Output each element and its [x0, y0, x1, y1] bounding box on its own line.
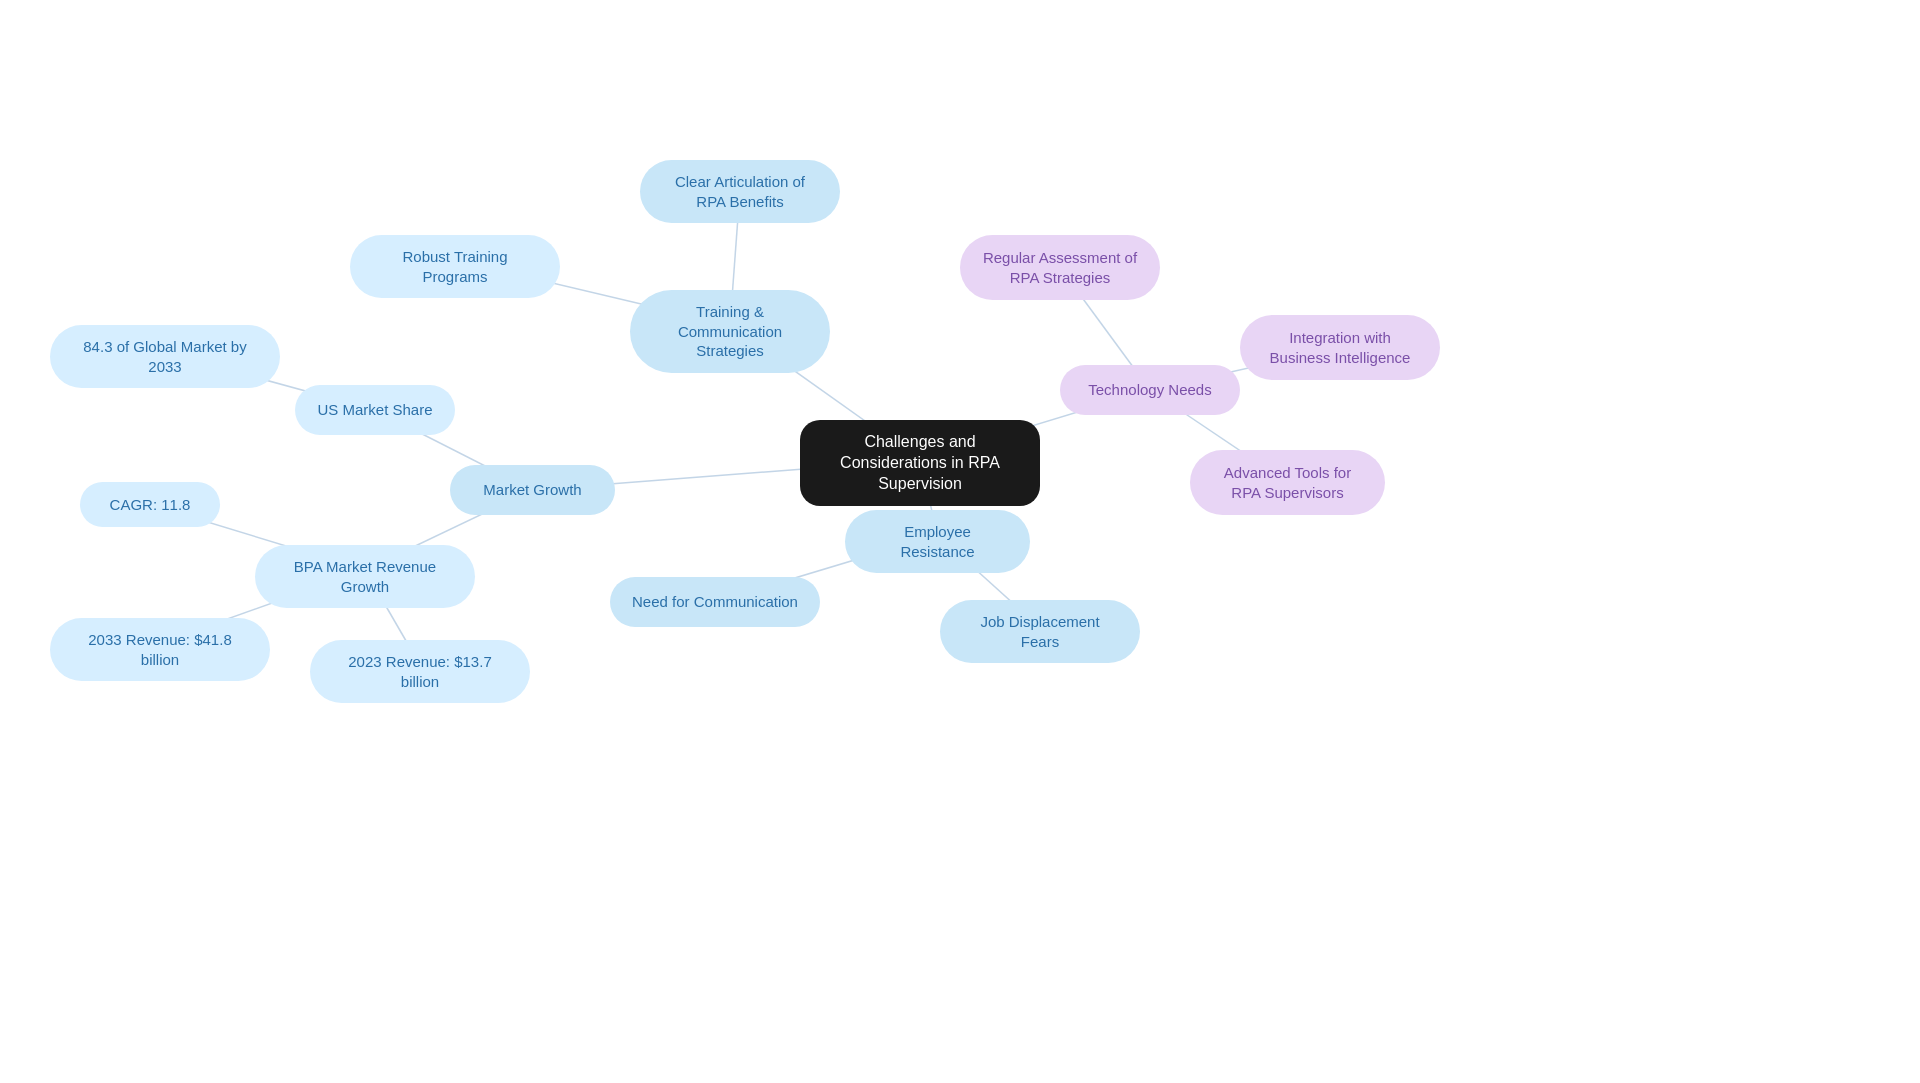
node-training_comm[interactable]: Training & Communication Strategies — [630, 290, 830, 373]
node-market_84[interactable]: 84.3 of Global Market by 2033 — [50, 325, 280, 388]
node-rev_2023[interactable]: 2023 Revenue: $13.7 billion — [310, 640, 530, 703]
node-need_comm[interactable]: Need for Communication — [610, 577, 820, 627]
node-robust_training[interactable]: Robust Training Programs — [350, 235, 560, 298]
node-job_displacement[interactable]: Job Displacement Fears — [940, 600, 1140, 663]
node-advanced_tools[interactable]: Advanced Tools for RPA Supervisors — [1190, 450, 1385, 515]
node-bpa_revenue[interactable]: BPA Market Revenue Growth — [255, 545, 475, 608]
node-regular_assessment[interactable]: Regular Assessment of RPA Strategies — [960, 235, 1160, 300]
node-integration_bi[interactable]: Integration with Business Intelligence — [1240, 315, 1440, 380]
node-market_growth[interactable]: Market Growth — [450, 465, 615, 515]
node-cagr[interactable]: CAGR: 11.8 — [80, 482, 220, 527]
node-tech_needs[interactable]: Technology Needs — [1060, 365, 1240, 415]
mindmap-container: Challenges and Considerations in RPA Sup… — [0, 0, 1920, 1083]
center-node[interactable]: Challenges and Considerations in RPA Sup… — [800, 420, 1040, 506]
node-employee_resistance[interactable]: Employee Resistance — [845, 510, 1030, 573]
node-clear_articulation[interactable]: Clear Articulation of RPA Benefits — [640, 160, 840, 223]
node-us_market_share[interactable]: US Market Share — [295, 385, 455, 435]
node-rev_2033[interactable]: 2033 Revenue: $41.8 billion — [50, 618, 270, 681]
